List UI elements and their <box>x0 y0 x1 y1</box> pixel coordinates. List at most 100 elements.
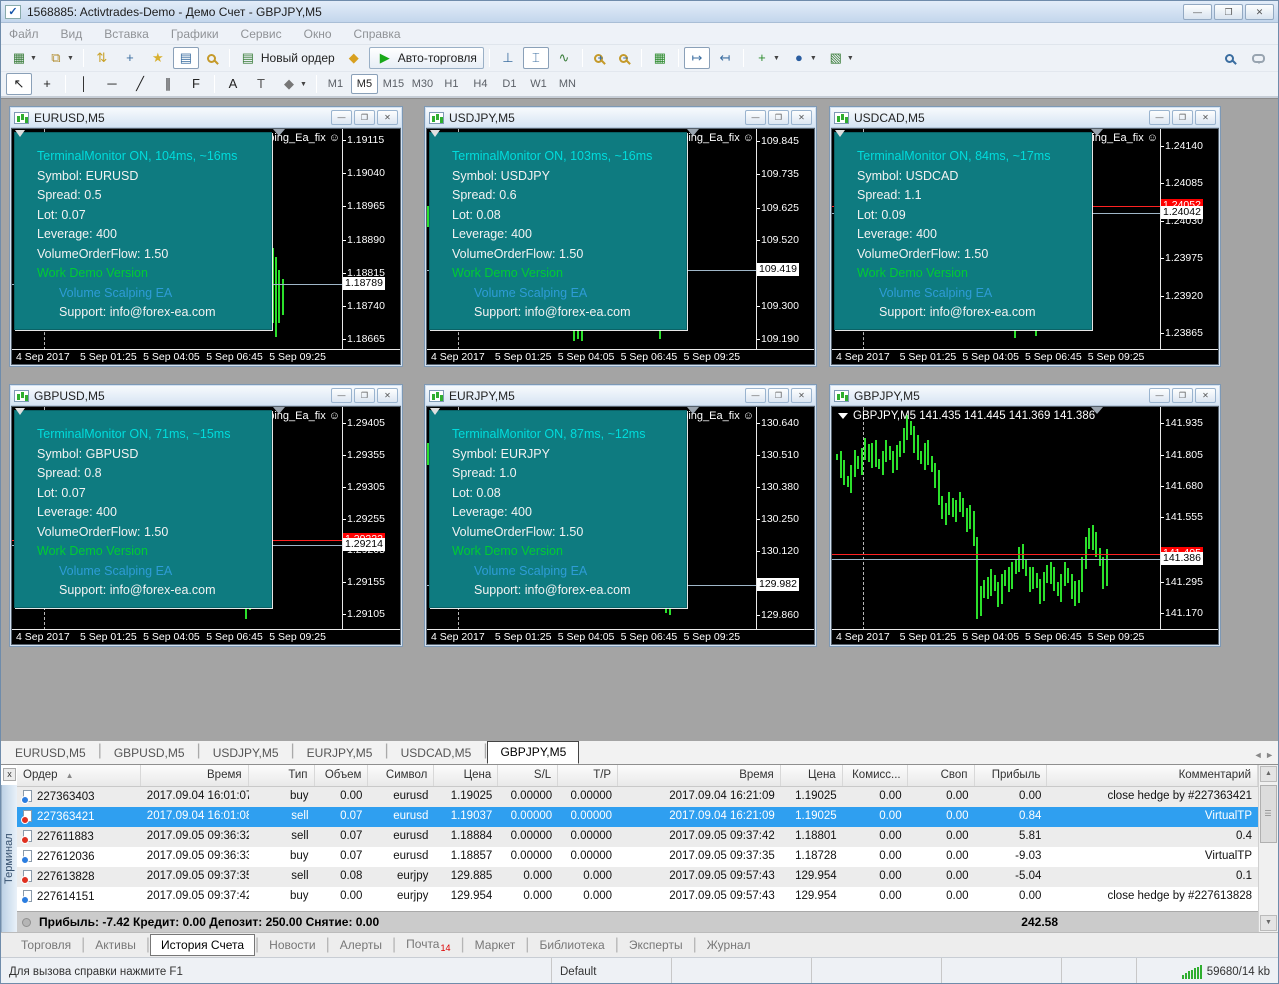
status-profile[interactable]: Default <box>551 958 671 983</box>
chart-minimize-button[interactable]: — <box>745 110 766 125</box>
chart-tab-eurusd-m5[interactable]: EURUSD,M5 <box>3 743 98 764</box>
table-row[interactable]: 227363421 2017.09.04 16:01:08 sell 0.07 euru… <box>17 807 1258 827</box>
chart-close-button[interactable]: ✕ <box>377 110 398 125</box>
terminal-close-button[interactable]: x <box>3 768 16 781</box>
arrows-button[interactable]: ◆ ▼ <box>276 73 311 95</box>
chart-minimize-button[interactable]: — <box>1149 110 1170 125</box>
chart-restore-button[interactable]: ❐ <box>1172 388 1193 403</box>
chart-close-button[interactable]: ✕ <box>377 388 398 403</box>
auto-scroll-button[interactable]: ↦ <box>683 47 710 69</box>
chart-tab-gbpjpy-m5[interactable]: GBPJPY,M5 <box>487 741 580 764</box>
column-header-0[interactable]: Ордер ▲ <box>17 765 141 786</box>
terminal-tab-история-счета[interactable]: История Счета <box>150 934 256 956</box>
chart-close-button[interactable]: ✕ <box>791 110 812 125</box>
chart-window-titlebar[interactable]: USDJPY,M5 — ❐ ✕ <box>426 108 815 128</box>
tile-windows-button[interactable]: ▦ <box>647 47 673 69</box>
chart-minimize-button[interactable]: — <box>331 110 352 125</box>
menu-item-Справка[interactable]: Справка <box>354 27 401 41</box>
chart-restore-button[interactable]: ❐ <box>354 110 375 125</box>
column-header-2[interactable]: Тип <box>249 765 315 786</box>
menu-item-Сервис[interactable]: Сервис <box>241 27 282 41</box>
column-header-3[interactable]: Объем <box>315 765 369 786</box>
column-header-8[interactable]: Время <box>618 765 781 786</box>
menu-item-Окно[interactable]: Окно <box>304 27 332 41</box>
scrollbar-thumb[interactable]: ☰ <box>1260 785 1277 843</box>
chart-plot-eurjpy[interactable]: TerminalMonitor ON, 87ms, ~12ms Symbol: E… <box>427 407 758 630</box>
chart-restore-button[interactable]: ❐ <box>1172 110 1193 125</box>
strategy-tester-button[interactable] <box>201 47 224 69</box>
scrollbar-up-icon[interactable]: ▲ <box>1260 766 1277 782</box>
label-button[interactable]: T <box>248 73 274 95</box>
table-row[interactable]: 227363403 2017.09.04 16:01:07 buy 0.00 eurus… <box>17 787 1258 807</box>
window-minimize-button[interactable]: — <box>1183 3 1212 20</box>
chart-tab-eurjpy-m5[interactable]: EURJPY,M5 <box>295 743 385 764</box>
terminal-panel-button[interactable]: ▤ <box>172 47 199 69</box>
chart-minimize-button[interactable]: — <box>331 388 352 403</box>
chart-window-titlebar[interactable]: GBPUSD,M5 — ❐ ✕ <box>11 386 401 406</box>
templates-button[interactable]: ▧ ▼ <box>823 47 858 69</box>
chart-restore-button[interactable]: ❐ <box>354 388 375 403</box>
chart-candles-button[interactable]: ⌶ <box>522 47 549 69</box>
chart-restore-button[interactable]: ❐ <box>768 388 789 403</box>
terminal-side-tab[interactable]: Терминал <box>1 785 17 932</box>
menu-item-Вид[interactable]: Вид <box>61 27 83 41</box>
chart-line-button[interactable]: ∿ <box>551 47 577 69</box>
timeframe-H1[interactable]: H1 <box>438 74 465 94</box>
chart-shift-button[interactable]: ↤ <box>712 47 738 69</box>
column-header-4[interactable]: Символ <box>368 765 435 786</box>
chat-button[interactable] <box>1244 47 1273 69</box>
profiles-button[interactable]: ⧉ ▼ <box>43 47 78 69</box>
chart-close-button[interactable]: ✕ <box>1195 388 1216 403</box>
chart-tab-usdjpy-m5[interactable]: USDJPY,M5 <box>201 743 291 764</box>
timeframe-D1[interactable]: D1 <box>496 74 523 94</box>
chart-close-button[interactable]: ✕ <box>791 388 812 403</box>
timeframe-M15[interactable]: M15 <box>380 74 407 94</box>
periods-button[interactable]: ● ▼ <box>786 47 821 69</box>
chart-restore-button[interactable]: ❐ <box>768 110 789 125</box>
table-scrollbar[interactable]: ▲ ☰ ▼ <box>1258 765 1278 932</box>
menu-item-Вставка[interactable]: Вставка <box>104 27 149 41</box>
terminal-tab-журнал[interactable]: Журнал <box>697 935 761 955</box>
terminal-tab-алерты[interactable]: Алерты <box>330 935 392 955</box>
chart-window-titlebar[interactable]: EURUSD,M5 — ❐ ✕ <box>11 108 401 128</box>
chart-plot-usdjpy[interactable]: TerminalMonitor ON, 103ms, ~16ms Symbol: … <box>427 129 758 350</box>
column-header-11[interactable]: Своп <box>908 765 975 786</box>
timeframe-M30[interactable]: M30 <box>409 74 436 94</box>
timeframe-M1[interactable]: M1 <box>322 74 349 94</box>
chart-tab-gbpusd-m5[interactable]: GBPUSD,M5 <box>102 743 197 764</box>
market-watch-button[interactable]: ⇅ <box>89 47 115 69</box>
chart-window-titlebar[interactable]: USDCAD,M5 — ❐ ✕ <box>831 108 1219 128</box>
chart-close-button[interactable]: ✕ <box>1195 110 1216 125</box>
hline-button[interactable]: ─ <box>99 73 125 95</box>
column-header-9[interactable]: Цена <box>781 765 843 786</box>
chart-minimize-button[interactable]: — <box>1149 388 1170 403</box>
table-row[interactable]: 227613828 2017.09.05 09:37:35 sell 0.08 eurj… <box>17 867 1258 887</box>
navigator-button[interactable]: ★ <box>145 47 171 69</box>
table-row[interactable]: 227614151 2017.09.05 09:37:42 buy 0.00 eurjp… <box>17 887 1258 907</box>
column-header-10[interactable]: Комисс... <box>843 765 908 786</box>
indicators-button[interactable]: + ▼ <box>749 47 784 69</box>
crosshair-button[interactable]: + <box>34 73 60 95</box>
terminal-tab-библиотека[interactable]: Библиотека <box>529 935 614 955</box>
timeframe-MN[interactable]: MN <box>554 74 581 94</box>
column-header-13[interactable]: Комментарий <box>1047 765 1259 786</box>
trendline-button[interactable]: ╱ <box>127 73 153 95</box>
window-restore-button[interactable]: ❐ <box>1214 3 1243 20</box>
channel-button[interactable]: ∥ <box>155 73 181 95</box>
table-row[interactable]: 227612036 2017.09.05 09:36:33 buy 0.07 eurus… <box>17 847 1258 867</box>
new-chart-button[interactable]: ▦ ▼ <box>6 47 41 69</box>
window-close-button[interactable]: ✕ <box>1245 3 1274 20</box>
text-button[interactable]: A <box>220 73 246 95</box>
column-header-6[interactable]: S/L <box>498 765 559 786</box>
column-header-5[interactable]: Цена <box>434 765 499 786</box>
metaeditor-button[interactable]: ◆ <box>341 47 367 69</box>
terminal-tab-новости[interactable]: Новости <box>259 935 325 955</box>
menu-item-Файл[interactable]: Файл <box>9 27 39 41</box>
menu-item-Графики[interactable]: Графики <box>171 27 219 41</box>
timeframe-W1[interactable]: W1 <box>525 74 552 94</box>
fibonacci-button[interactable]: F <box>183 73 209 95</box>
chart-plot-gbpusd[interactable]: TerminalMonitor ON, 71ms, ~15ms Symbol: G… <box>12 407 344 630</box>
table-row[interactable]: 227611883 2017.09.05 09:36:32 sell 0.07 euru… <box>17 827 1258 847</box>
chart-plot-eurusd[interactable]: TerminalMonitor ON, 104ms, ~16ms Symbol: … <box>12 129 344 350</box>
chart-minimize-button[interactable]: — <box>745 388 766 403</box>
